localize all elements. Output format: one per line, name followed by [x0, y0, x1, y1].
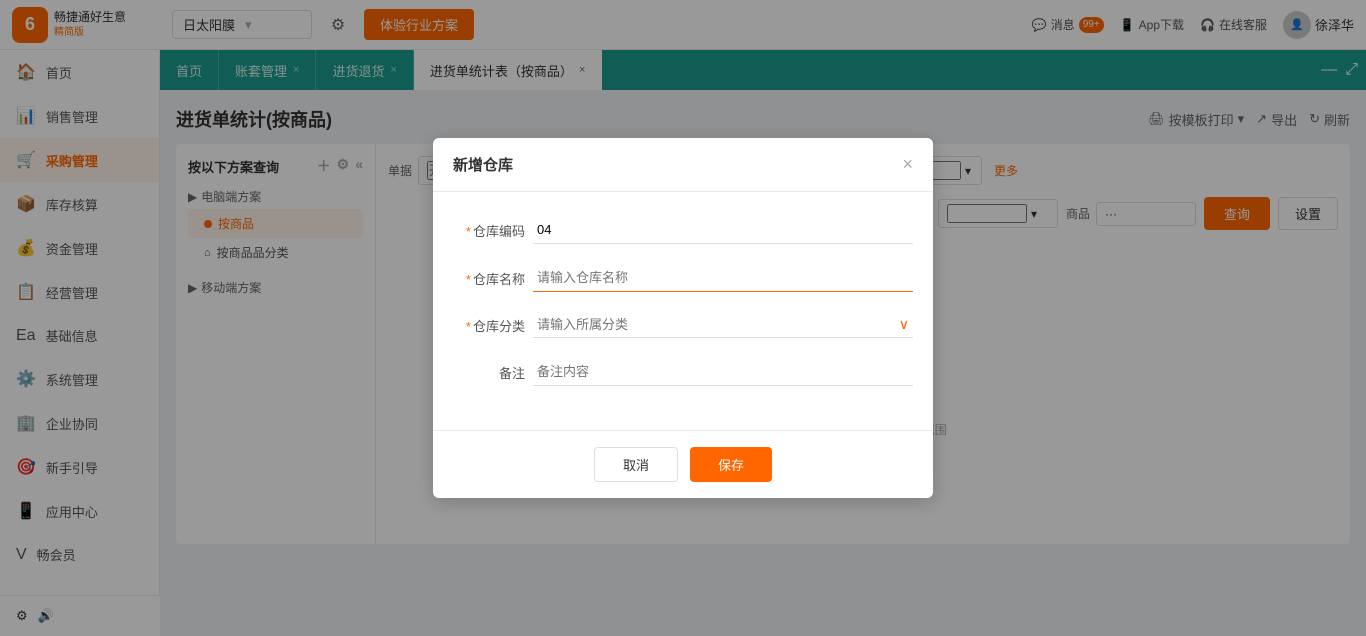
- category-dropdown-icon: ∨: [899, 316, 909, 333]
- save-button[interactable]: 保存: [690, 447, 772, 482]
- cancel-button[interactable]: 取消: [594, 447, 678, 482]
- code-label: 仓库编码: [453, 221, 533, 240]
- form-row-code: 仓库编码: [453, 216, 913, 244]
- modal-close-icon[interactable]: ×: [902, 154, 913, 175]
- name-label: 仓库名称: [453, 269, 533, 288]
- add-warehouse-modal: 新增仓库 × 仓库编码 仓库名称 仓库分类 ∨: [433, 138, 933, 498]
- code-input[interactable]: [533, 216, 913, 244]
- form-row-note: 备注: [453, 358, 913, 386]
- note-input[interactable]: [533, 358, 913, 386]
- form-row-category: 仓库分类 ∨: [453, 312, 913, 338]
- modal-footer: 取消 保存: [433, 430, 933, 498]
- category-label: 仓库分类: [453, 316, 533, 335]
- modal-title: 新增仓库: [453, 154, 513, 175]
- modal-header: 新增仓库 ×: [433, 138, 933, 192]
- note-label: 备注: [453, 363, 533, 382]
- category-input[interactable]: [537, 317, 899, 332]
- name-input[interactable]: [533, 264, 913, 292]
- modal-overlay[interactable]: 新增仓库 × 仓库编码 仓库名称 仓库分类 ∨: [0, 0, 1366, 636]
- form-row-name: 仓库名称: [453, 264, 913, 292]
- modal-body: 仓库编码 仓库名称 仓库分类 ∨ 备注: [433, 192, 933, 430]
- category-select[interactable]: ∨: [533, 312, 913, 338]
